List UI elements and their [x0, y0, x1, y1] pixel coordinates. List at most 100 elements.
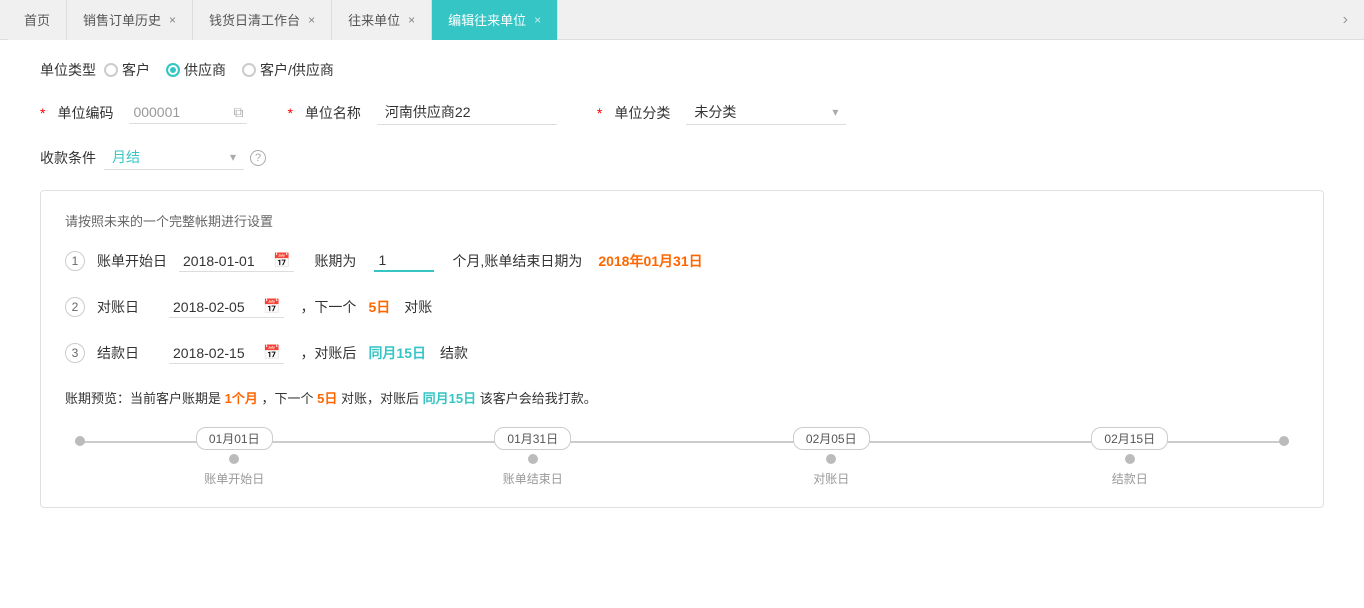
- row-2-prefix: ，下一个: [300, 297, 356, 317]
- radio-both[interactable]: 客户/供应商: [242, 60, 334, 80]
- tab-cash-work-label: 钱货日清工作台: [209, 10, 300, 29]
- row-1-label: 账单开始日: [97, 251, 167, 271]
- preview-date1: 5日: [317, 391, 337, 406]
- section-title: 请按照未来的一个完整帐期进行设置: [65, 211, 1299, 230]
- tabs-bar: 首页 销售订单历史 × 钱货日清工作台 × 往来单位 × 编辑往来单位 × ›: [0, 0, 1364, 40]
- tl-node-1: 01月01日 账单开始日: [85, 427, 384, 487]
- unit-cat-star: *: [597, 105, 602, 121]
- row-2-suffix: 对账: [404, 297, 432, 317]
- preview-text: 账期预览：当前客户账期是 1个月 ，下一个 5日 对账，对账后 同月15日 该客…: [65, 388, 1299, 407]
- unit-name-label: 单位名称: [305, 103, 361, 123]
- tl-node-3: 02月05日 对账日: [682, 427, 981, 487]
- tl-node-4-dot: [1125, 454, 1135, 464]
- tab-cash-work[interactable]: 钱货日清工作台 ×: [193, 0, 332, 40]
- row-1-suffix-before: 账期为: [314, 251, 356, 271]
- tl-node-1-label: 账单开始日: [204, 470, 264, 487]
- tl-node-3-label: 对账日: [813, 470, 849, 487]
- setting-row-1: 1 账单开始日 📅 账期为 个月,账单结束日期为 2018年01月31日: [65, 250, 1299, 272]
- timeline-right-edge: [1279, 436, 1289, 446]
- unit-type-radio-group: 客户 供应商 客户/供应商: [104, 60, 334, 80]
- tab-cash-work-close[interactable]: ×: [308, 14, 315, 26]
- tl-node-3-badge: 02月05日: [793, 427, 870, 450]
- payment-terms-help-icon[interactable]: ?: [250, 150, 266, 166]
- row-1-calendar-icon[interactable]: 📅: [273, 252, 290, 269]
- radio-supplier[interactable]: 供应商: [166, 60, 226, 80]
- radio-both-circle: [242, 63, 256, 77]
- tl-node-1-dot: [229, 454, 239, 464]
- row-3-label: 结款日: [97, 343, 157, 363]
- tab-counterpart-label: 往来单位: [348, 10, 400, 29]
- unit-category-dropdown[interactable]: 未分类 ▾: [686, 100, 846, 125]
- payment-terms-dropdown[interactable]: 月结 ▾: [104, 145, 244, 170]
- unit-code-copy-icon[interactable]: ⧉: [233, 104, 243, 121]
- row-3-date-field: 📅: [169, 342, 284, 364]
- timeline-left-dot: [75, 436, 85, 446]
- tl-node-4-label: 结款日: [1112, 470, 1148, 487]
- row-1-date-input[interactable]: [183, 253, 273, 269]
- timeline-right-dot: [1279, 436, 1289, 446]
- preview-suffix: 该客户会给我打款。: [480, 391, 597, 406]
- unit-code-star: *: [40, 105, 45, 121]
- preview-period: 1个月: [225, 391, 258, 406]
- tab-sales-history-close[interactable]: ×: [169, 14, 176, 26]
- tl-node-2-badge: 01月31日: [494, 427, 571, 450]
- unit-type-label: 单位类型: [40, 60, 96, 80]
- tl-node-2: 01月31日 账单结束日: [384, 427, 683, 487]
- unit-name-input[interactable]: [377, 100, 557, 125]
- tl-node-4-badge: 02月15日: [1091, 427, 1168, 450]
- timeline-nodes: 01月01日 账单开始日 01月31日 账单结束日 02月05日: [75, 427, 1289, 487]
- unit-name-star: *: [287, 105, 292, 121]
- payment-terms-arrow-icon: ▾: [230, 150, 236, 164]
- row-3-date-input[interactable]: [173, 345, 263, 361]
- main-content: 单位类型 客户 供应商 客户/供应商 * 单位编码 ⧉: [0, 40, 1364, 608]
- tab-counterpart[interactable]: 往来单位 ×: [332, 0, 432, 40]
- unit-category-label: 单位分类: [614, 103, 670, 123]
- tab-sales-history[interactable]: 销售订单历史 ×: [67, 0, 193, 40]
- row-1-suffix-after: 个月,账单结束日期为: [452, 251, 582, 271]
- payment-terms-value: 月结: [112, 147, 226, 167]
- preview-mid1: ，下一个: [262, 391, 314, 406]
- row-2-calendar-icon[interactable]: 📅: [263, 298, 280, 315]
- row-num-3: 3: [65, 343, 85, 363]
- tab-edit-counterpart-label: 编辑往来单位: [448, 10, 526, 29]
- radio-both-label: 客户/供应商: [260, 60, 334, 80]
- tab-edit-counterpart-close[interactable]: ×: [534, 14, 541, 26]
- tab-home-label: 首页: [24, 10, 50, 29]
- row-1-period-input[interactable]: [374, 250, 434, 272]
- row-2-highlight: 5日: [368, 297, 390, 317]
- row-num-2: 2: [65, 297, 85, 317]
- row-3-calendar-icon[interactable]: 📅: [263, 344, 280, 361]
- payment-terms-row: 收款条件 月结 ▾ ?: [40, 145, 1324, 170]
- tl-node-1-badge: 01月01日: [196, 427, 273, 450]
- tab-edit-counterpart[interactable]: 编辑往来单位 ×: [432, 0, 558, 40]
- row-3-suffix: 结款: [440, 343, 468, 363]
- preview-prefix: 账期预览：当前客户账期是: [65, 391, 221, 406]
- unit-category-value: 未分类: [694, 102, 828, 122]
- unit-category-arrow-icon: ▾: [832, 105, 838, 119]
- tab-more-arrow[interactable]: ›: [1335, 11, 1356, 29]
- unit-code-label: 单位编码: [57, 103, 113, 123]
- tl-node-4: 02月15日 结款日: [981, 427, 1280, 487]
- row-1-date-field: 📅: [179, 250, 294, 272]
- preview-section: 账期预览：当前客户账期是 1个月 ，下一个 5日 对账，对账后 同月15日 该客…: [65, 388, 1299, 487]
- tl-node-3-dot: [826, 454, 836, 464]
- timeline: 01月01日 账单开始日 01月31日 账单结束日 02月05日: [65, 427, 1299, 487]
- unit-type-row: 单位类型 客户 供应商 客户/供应商: [40, 60, 1324, 80]
- row-1-end-date: 2018年01月31日: [598, 251, 702, 271]
- radio-supplier-label: 供应商: [184, 60, 226, 80]
- unit-code-field: ⧉: [129, 102, 247, 124]
- setting-row-3: 3 结款日 📅 ，对账后 同月15日 结款: [65, 342, 1299, 364]
- radio-supplier-circle: [166, 63, 180, 77]
- row-3-highlight: 同月15日: [368, 343, 426, 363]
- radio-customer-circle: [104, 63, 118, 77]
- setting-row-2: 2 对账日 📅 ，下一个 5日 对账: [65, 296, 1299, 318]
- row-2-date-input[interactable]: [173, 299, 263, 315]
- tab-counterpart-close[interactable]: ×: [408, 14, 415, 26]
- radio-customer[interactable]: 客户: [104, 60, 150, 80]
- unit-code-input[interactable]: [133, 104, 233, 120]
- preview-date2: 同月15日: [423, 391, 476, 406]
- tab-home[interactable]: 首页: [8, 0, 67, 40]
- timeline-left-edge: [75, 436, 85, 446]
- row-3-prefix: ，对账后: [300, 343, 356, 363]
- tl-node-2-dot: [528, 454, 538, 464]
